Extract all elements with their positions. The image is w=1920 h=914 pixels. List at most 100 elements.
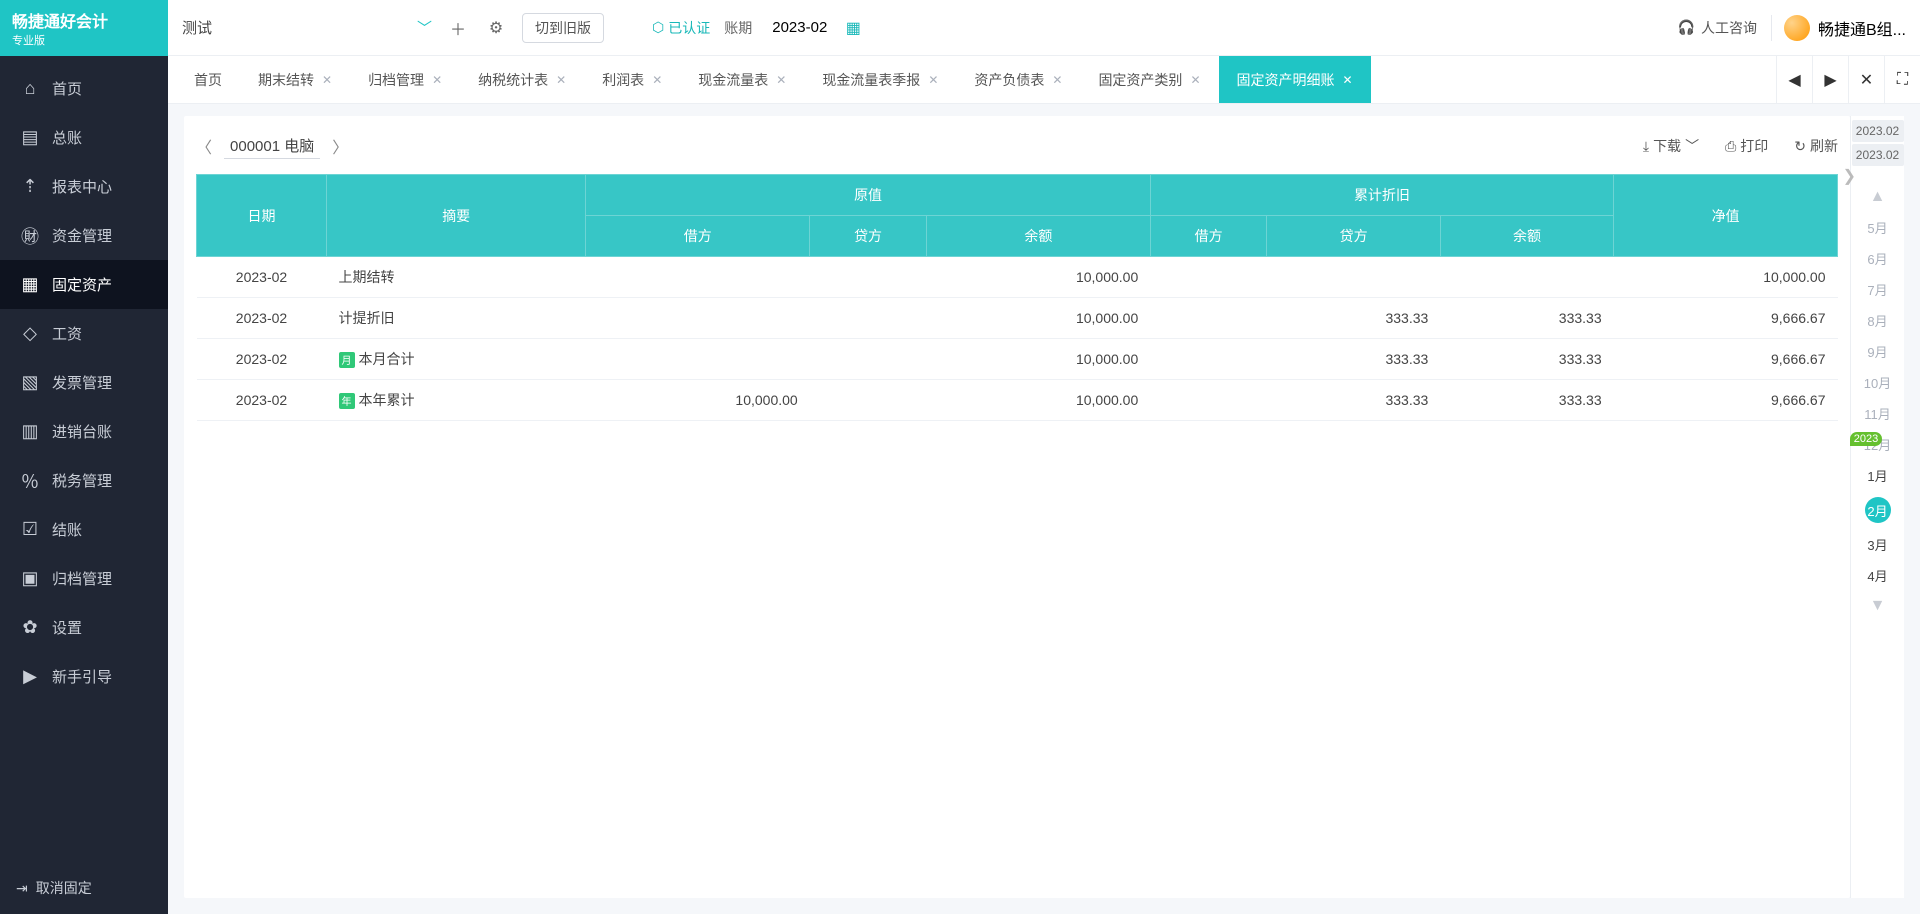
month-disabled: 7月 <box>1867 280 1887 299</box>
ruler-start-period[interactable]: 2023.02 <box>1852 120 1904 142</box>
tab-scroll-right[interactable]: ▶ <box>1812 56 1848 103</box>
tab-scroll-left[interactable]: ◀ <box>1776 56 1812 103</box>
close-icon[interactable]: ✕ <box>556 73 566 87</box>
company-selector[interactable]: 测试 ﹀ <box>182 17 432 38</box>
cell-original-debit <box>586 339 810 380</box>
col-group-original: 原值 <box>586 175 1150 216</box>
close-icon[interactable]: ✕ <box>322 73 332 87</box>
next-asset-button[interactable]: 〉 <box>332 134 348 158</box>
calendar-icon[interactable]: ▦ <box>841 16 865 40</box>
download-button[interactable]: ⤓ 下载 ﹀ <box>1643 136 1699 156</box>
asset-navigator: 〈 000001 电脑 〉 <box>196 133 348 159</box>
cell-original-balance: 10,000.00 <box>926 380 1150 421</box>
print-label: 打印 <box>1740 136 1768 156</box>
table-row[interactable]: 2023-02 上期结转 10,000.00 10,000.00 <box>197 257 1838 298</box>
cell-original-credit <box>810 298 927 339</box>
customer-support-button[interactable]: 🎧 人工咨询 <box>1678 18 1757 38</box>
sidebar: 畅捷通好会计 专业版 ⌂首页▤总账⇡报表中心㊖资金管理▦固定资产◇工资▧发票管理… <box>0 0 168 914</box>
close-icon[interactable]: ✕ <box>1052 73 1062 87</box>
nav-icon: ▦ <box>20 275 40 295</box>
download-label: 下载 <box>1653 136 1681 156</box>
print-button[interactable]: ⎙ 打印 <box>1725 136 1768 156</box>
sidebar-item-3[interactable]: ㊖资金管理 <box>0 211 168 260</box>
sidebar-item-10[interactable]: ▣归档管理 <box>0 554 168 603</box>
fullscreen-toggle[interactable]: ⛶ <box>1884 56 1920 103</box>
nav-label: 首页 <box>52 78 82 99</box>
sidebar-item-5[interactable]: ◇工资 <box>0 309 168 358</box>
close-icon[interactable]: ✕ <box>1343 73 1353 87</box>
tab-3[interactable]: 纳税统计表 ✕ <box>460 56 584 103</box>
sidebar-item-1[interactable]: ▤总账 <box>0 113 168 162</box>
switch-old-version-button[interactable]: 切到旧版 <box>522 13 604 43</box>
cell-dep-credit: 333.33 <box>1267 298 1440 339</box>
tab-6[interactable]: 现金流量表季报✕ <box>804 56 956 103</box>
add-button[interactable]: ＋ <box>446 16 470 40</box>
sidebar-pin-toggle[interactable]: ⇥ 取消固定 <box>0 862 168 914</box>
nav-label: 资金管理 <box>52 225 112 246</box>
close-icon[interactable]: ✕ <box>776 73 786 87</box>
sidebar-item-4[interactable]: ▦固定资产 <box>0 260 168 309</box>
tab-2[interactable]: 归档管理✕ <box>350 56 460 103</box>
ruler-scroll-down[interactable]: ▼ <box>1870 597 1886 615</box>
nav-label: 总账 <box>52 127 82 148</box>
cell-original-balance: 10,000.00 <box>926 257 1150 298</box>
sidebar-item-6[interactable]: ▧ 发票管理 <box>0 358 168 407</box>
col-original-debit: 借方 <box>586 216 810 257</box>
close-all-tabs[interactable]: ✕ <box>1848 56 1884 103</box>
user-menu[interactable]: 畅捷通B组... <box>1771 15 1906 41</box>
nav-icon: ✿ <box>20 618 40 638</box>
refresh-label: 刷新 <box>1810 136 1838 156</box>
nav-label: 报表中心 <box>52 176 112 197</box>
tab-8[interactable]: 固定资产类别✕ <box>1080 56 1218 103</box>
summary-badge-icon: 月 <box>339 352 355 368</box>
sidebar-item-9[interactable]: ☑结账 <box>0 505 168 554</box>
close-icon[interactable]: ✕ <box>1190 73 1200 87</box>
tab-0[interactable]: 首页 <box>176 56 240 103</box>
asset-code-name[interactable]: 000001 电脑 <box>224 133 320 159</box>
sidebar-item-7[interactable]: ▥进销台账 <box>0 407 168 456</box>
sidebar-footer-label: 取消固定 <box>36 878 92 898</box>
sidebar-item-2[interactable]: ⇡报表中心 <box>0 162 168 211</box>
sidebar-item-0[interactable]: ⌂首页 <box>0 64 168 113</box>
nav-icon: ％ <box>20 471 40 491</box>
close-icon[interactable]: ✕ <box>652 73 662 87</box>
ruler-year-badge: 2023 <box>1850 432 1882 446</box>
prev-asset-button[interactable]: 〈 <box>196 134 212 158</box>
tab-1[interactable]: 期末结转✕ <box>240 56 350 103</box>
month-3月[interactable]: 3月 <box>1867 535 1887 554</box>
tab-5[interactable]: 现金流量表 ✕ <box>680 56 804 103</box>
close-icon[interactable]: ✕ <box>432 73 442 87</box>
nav-icon: ▧ <box>20 373 40 393</box>
close-icon[interactable]: ✕ <box>928 73 938 87</box>
cell-dep-credit: 333.33 <box>1267 339 1440 380</box>
refresh-button[interactable]: ↻ 刷新 <box>1794 136 1838 156</box>
cell-dep-debit <box>1150 380 1267 421</box>
sidebar-item-8[interactable]: ％税务管理 <box>0 456 168 505</box>
period-value[interactable]: 2023-02 <box>772 19 827 36</box>
gear-icon[interactable]: ⚙ <box>484 16 508 40</box>
tab-label: 现金流量表 <box>698 70 768 90</box>
table-row[interactable]: 2023-02 计提折旧 10,000.00 333.33 333.33 9,6… <box>197 298 1838 339</box>
pin-icon: ⇥ <box>16 880 28 897</box>
nav-label: 归档管理 <box>52 568 112 589</box>
period-ruler: 2023.02 2023.02 2023 ▲5月6月7月8月9月10月11月12… <box>1850 116 1904 898</box>
table-row[interactable]: 2023-02 月本月合计 10,000.00 333.33 333.33 9,… <box>197 339 1838 380</box>
ruler-months: 2023 ▲5月6月7月8月9月10月11月12月1月2月3月4月▼ <box>1864 188 1891 898</box>
collapse-ruler-toggle[interactable]: ❯ <box>1843 166 1856 186</box>
nav-label: 发票管理 <box>52 372 112 393</box>
tab-9[interactable]: 固定资产明细账✕ <box>1219 56 1371 103</box>
table-row[interactable]: 2023-02 年本年累计 10,000.00 10,000.00 333.33… <box>197 380 1838 421</box>
sidebar-item-11[interactable]: ✿设置 <box>0 603 168 652</box>
month-disabled: 9月 <box>1867 342 1887 361</box>
month-1月[interactable]: 1月 <box>1867 466 1887 485</box>
tab-4[interactable]: 利润表✕ <box>584 56 680 103</box>
month-2月[interactable]: 2月 <box>1865 497 1891 523</box>
sidebar-item-12[interactable]: ▶新手引导 <box>0 652 168 701</box>
tab-7[interactable]: 资产负债表✕ <box>956 56 1080 103</box>
month-4月[interactable]: 4月 <box>1867 566 1887 585</box>
ruler-end-period[interactable]: 2023.02 <box>1852 144 1904 166</box>
certified-label: 已认证 <box>668 18 710 38</box>
cell-date: 2023-02 <box>197 380 327 421</box>
ruler-scroll-up[interactable]: ▲ <box>1870 188 1886 206</box>
tab-label: 纳税统计表 <box>478 70 548 90</box>
